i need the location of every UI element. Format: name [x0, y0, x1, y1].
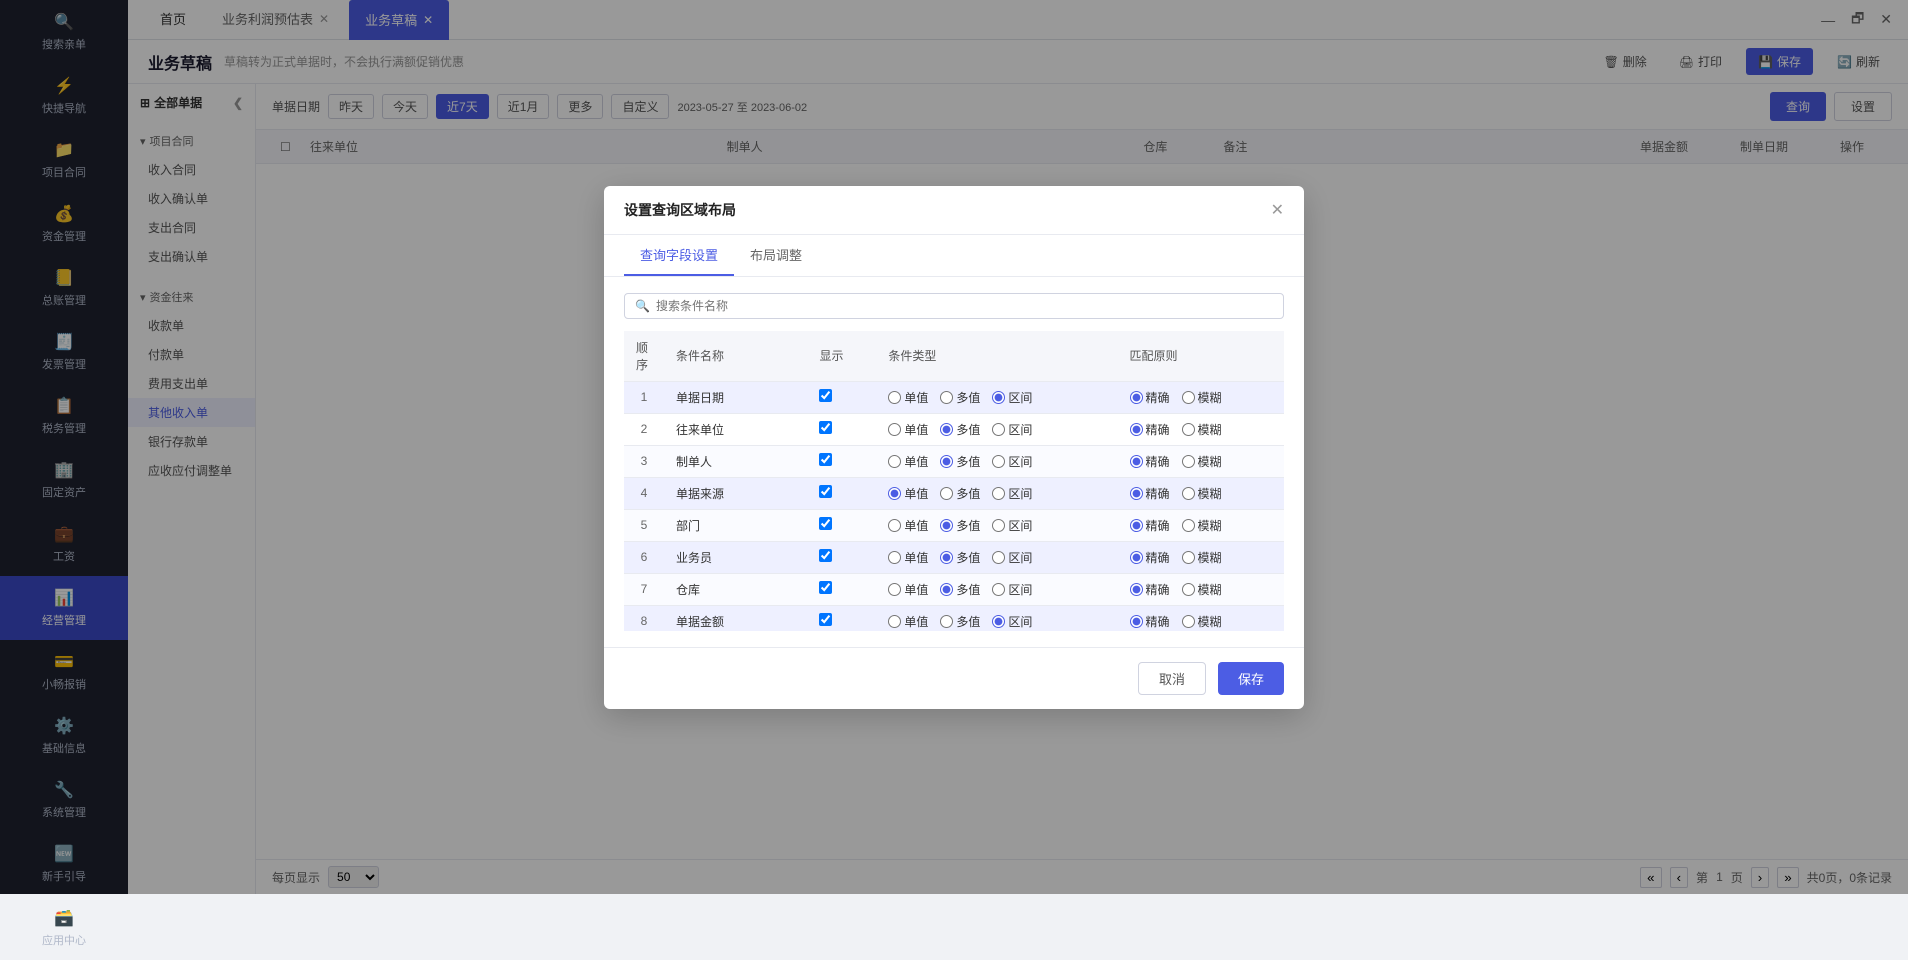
modal-tab-layout[interactable]: 布局调整	[734, 235, 818, 276]
modal-footer: 取消 保存	[604, 647, 1304, 709]
table-row: 6	[624, 541, 664, 573]
row-matchrule-3: 精确模糊	[1118, 477, 1285, 509]
th-matchrule: 匹配原则	[1118, 331, 1285, 382]
row-display-7[interactable]	[807, 605, 876, 631]
row-condtype-4: 单值多值区间	[876, 509, 1117, 541]
th-display: 显示	[807, 331, 876, 382]
modal-body: 🔍 顺序 条件名称 显示 条件类型 匹配原则 1单据日期	[604, 277, 1304, 647]
row-display-1[interactable]	[807, 413, 876, 445]
sidebar-label-appstore: 应用中心	[42, 932, 86, 948]
row-name-1: 往来单位	[664, 413, 807, 445]
modal-header: 设置查询区域布局 ✕	[604, 186, 1304, 235]
table-row: 5	[624, 509, 664, 541]
table-row: 8	[624, 605, 664, 631]
row-display-6[interactable]	[807, 573, 876, 605]
row-display-2[interactable]	[807, 445, 876, 477]
row-matchrule-2: 精确模糊	[1118, 445, 1285, 477]
row-name-5: 业务员	[664, 541, 807, 573]
save-button[interactable]: 保存	[1218, 662, 1284, 695]
row-name-7: 单据金额	[664, 605, 807, 631]
th-name: 条件名称	[664, 331, 807, 382]
row-matchrule-7: 精确模糊	[1118, 605, 1285, 631]
sidebar-item-appstore[interactable]: 🗃️ 应用中心	[0, 896, 128, 960]
th-order: 顺序	[624, 331, 664, 382]
row-display-4[interactable]	[807, 509, 876, 541]
config-table: 顺序 条件名称 显示 条件类型 匹配原则 1单据日期单值多值区间精确模糊2往来单…	[624, 331, 1284, 631]
appstore-icon: 🗃️	[54, 908, 74, 928]
row-name-2: 制单人	[664, 445, 807, 477]
modal-tab-query[interactable]: 查询字段设置	[624, 235, 734, 276]
table-row: 4	[624, 477, 664, 509]
modal-search-icon: 🔍	[635, 299, 650, 313]
table-row: 2	[624, 413, 664, 445]
row-name-6: 仓库	[664, 573, 807, 605]
row-name-0: 单据日期	[664, 381, 807, 413]
modal-overlay[interactable]: 设置查询区域布局 ✕ 查询字段设置 布局调整 🔍 顺序 条件	[0, 0, 1908, 894]
modal-close-btn[interactable]: ✕	[1271, 200, 1284, 220]
table-row: 1	[624, 381, 664, 413]
modal-tab-query-label: 查询字段设置	[640, 248, 718, 263]
row-matchrule-5: 精确模糊	[1118, 541, 1285, 573]
table-row: 7	[624, 573, 664, 605]
row-matchrule-1: 精确模糊	[1118, 413, 1285, 445]
row-display-3[interactable]	[807, 477, 876, 509]
row-condtype-6: 单值多值区间	[876, 573, 1117, 605]
row-matchrule-4: 精确模糊	[1118, 509, 1285, 541]
modal-table-scroll: 顺序 条件名称 显示 条件类型 匹配原则 1单据日期单值多值区间精确模糊2往来单…	[624, 331, 1284, 631]
row-name-3: 单据来源	[664, 477, 807, 509]
row-condtype-0: 单值多值区间	[876, 381, 1117, 413]
row-condtype-1: 单值多值区间	[876, 413, 1117, 445]
modal-tabs: 查询字段设置 布局调整	[604, 235, 1304, 277]
modal-tab-layout-label: 布局调整	[750, 248, 802, 263]
row-display-0[interactable]	[807, 381, 876, 413]
row-condtype-3: 单值多值区间	[876, 477, 1117, 509]
row-display-5[interactable]	[807, 541, 876, 573]
row-condtype-7: 单值多值区间	[876, 605, 1117, 631]
row-condtype-5: 单值多值区间	[876, 541, 1117, 573]
row-matchrule-0: 精确模糊	[1118, 381, 1285, 413]
modal-search-input[interactable]	[656, 299, 1273, 313]
table-row: 3	[624, 445, 664, 477]
cancel-button[interactable]: 取消	[1138, 662, 1206, 695]
modal-title: 设置查询区域布局	[624, 200, 736, 220]
modal-search-bar: 🔍	[624, 293, 1284, 319]
row-name-4: 部门	[664, 509, 807, 541]
row-condtype-2: 单值多值区间	[876, 445, 1117, 477]
modal: 设置查询区域布局 ✕ 查询字段设置 布局调整 🔍 顺序 条件	[604, 186, 1304, 709]
row-matchrule-6: 精确模糊	[1118, 573, 1285, 605]
th-condtype: 条件类型	[876, 331, 1117, 382]
